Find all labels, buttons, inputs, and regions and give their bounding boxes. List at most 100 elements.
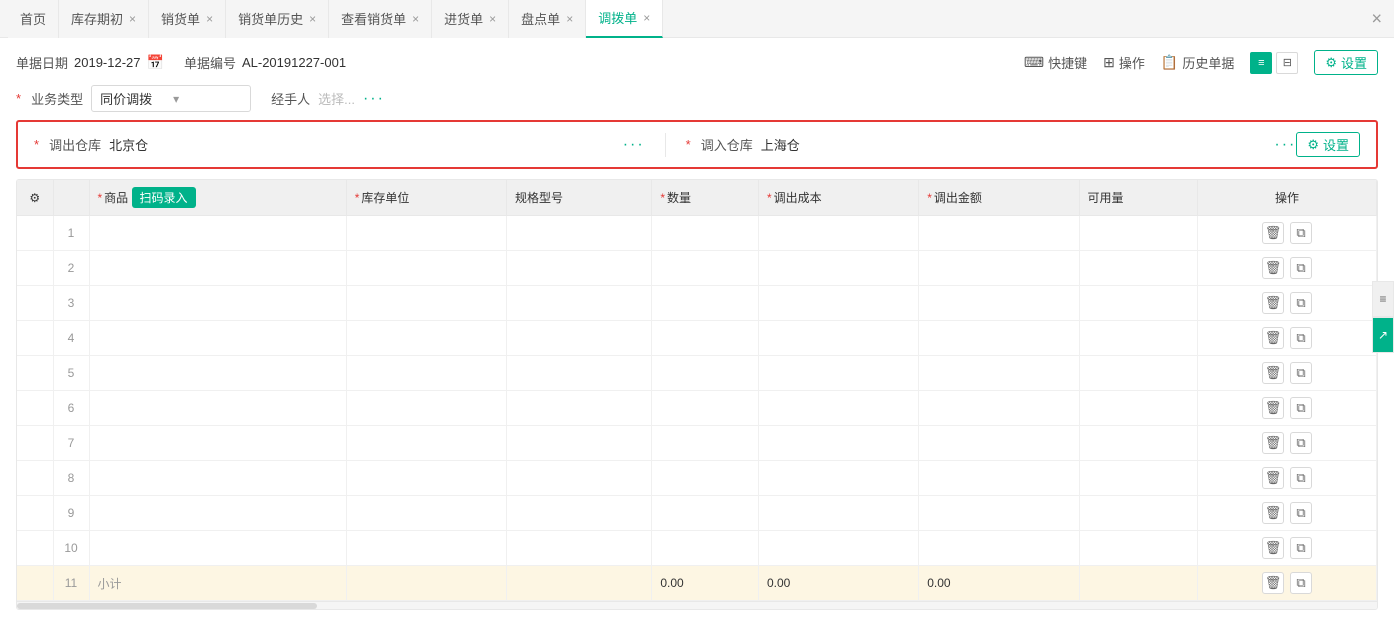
row-unit[interactable] [346,286,506,321]
row-unit[interactable] [346,496,506,531]
row-cost[interactable] [758,251,918,286]
row-spec[interactable] [506,391,651,426]
tab-transfer[interactable]: 调拨单 × [586,0,663,38]
row-amount[interactable] [919,356,1079,391]
row-amount[interactable] [919,321,1079,356]
row-product[interactable] [89,391,346,426]
history-button[interactable]: 📋 历史单据 [1161,53,1234,72]
row-product[interactable] [89,426,346,461]
grid-view-button[interactable]: ⊟ [1276,52,1298,74]
copy-row-button[interactable]: ⧉ [1290,467,1312,489]
row-qty[interactable] [652,531,759,566]
row-amount[interactable] [919,496,1079,531]
row-unit[interactable] [346,216,506,251]
tab-close-sales-order[interactable]: × [206,12,213,26]
delete-row-button[interactable]: 🗑 [1262,397,1284,419]
copy-row-button[interactable]: ⧉ [1290,327,1312,349]
copy-row-button[interactable]: ⧉ [1290,362,1312,384]
delete-row-button[interactable]: 🗑 [1262,257,1284,279]
row-qty[interactable] [652,216,759,251]
setting-button[interactable]: ⚙ 设置 [1314,50,1378,75]
tab-inventory-init[interactable]: 库存期初 × [59,0,149,38]
operations-button[interactable]: ⊞ 操作 [1103,53,1145,72]
copy-row-button[interactable]: ⧉ [1290,572,1312,594]
tab-close-view-sales[interactable]: × [412,12,419,26]
delete-row-button[interactable]: 🗑 [1262,572,1284,594]
row-amount[interactable] [919,461,1079,496]
th-settings[interactable]: ⚙ [17,180,53,216]
delete-row-button[interactable]: 🗑 [1262,537,1284,559]
row-available[interactable] [1079,496,1198,531]
row-available[interactable] [1079,356,1198,391]
copy-row-button[interactable]: ⧉ [1290,537,1312,559]
row-unit[interactable] [346,251,506,286]
row-qty[interactable] [652,496,759,531]
row-spec[interactable] [506,426,651,461]
row-cost[interactable] [758,286,918,321]
warehouse-setting-button[interactable]: ⚙ 设置 [1296,132,1360,157]
row-spec[interactable] [506,321,651,356]
row-unit[interactable] [346,321,506,356]
row-qty[interactable] [652,356,759,391]
delete-row-button[interactable]: 🗑 [1262,222,1284,244]
tab-close-purchase[interactable]: × [489,12,496,26]
row-cost[interactable] [758,496,918,531]
shortcuts-button[interactable]: ⌨ 快捷键 [1024,53,1087,72]
tab-close-sales-history[interactable]: × [309,12,316,26]
row-spec[interactable] [506,216,651,251]
row-spec[interactable] [506,531,651,566]
row-cost[interactable] [758,531,918,566]
row-cost[interactable] [758,216,918,251]
copy-row-button[interactable]: ⧉ [1290,502,1312,524]
row-qty[interactable] [652,391,759,426]
tab-close-inventory-check[interactable]: × [566,12,573,26]
close-all-tabs-button[interactable]: × [1371,8,1382,29]
row-available[interactable] [1079,251,1198,286]
row-product[interactable] [89,461,346,496]
row-spec[interactable] [506,356,651,391]
tab-close-transfer[interactable]: × [643,11,650,25]
row-spec[interactable] [506,461,651,496]
copy-row-button[interactable]: ⧉ [1290,432,1312,454]
row-amount[interactable] [919,531,1079,566]
row-qty[interactable] [652,426,759,461]
tab-purchase[interactable]: 进货单 × [432,0,509,38]
tab-view-sales[interactable]: 查看销货单 × [329,0,432,38]
person-select[interactable]: 选择... [318,89,355,108]
row-available[interactable] [1079,216,1198,251]
row-product[interactable] [89,286,346,321]
row-product[interactable] [89,496,346,531]
row-available[interactable] [1079,461,1198,496]
row-unit[interactable] [346,356,506,391]
float-expand-button[interactable]: ↗ [1372,317,1394,353]
horizontal-scrollbar[interactable] [17,601,1377,609]
row-cost[interactable] [758,356,918,391]
copy-row-button[interactable]: ⧉ [1290,292,1312,314]
row-unit[interactable] [346,426,506,461]
copy-row-button[interactable]: ⧉ [1290,257,1312,279]
float-list-button[interactable]: ≡ [1372,281,1394,317]
copy-row-button[interactable]: ⧉ [1290,222,1312,244]
row-qty[interactable] [652,461,759,496]
row-available[interactable] [1079,531,1198,566]
row-product[interactable] [89,321,346,356]
row-amount[interactable] [919,391,1079,426]
delete-row-button[interactable]: 🗑 [1262,432,1284,454]
business-type-select[interactable]: 同价调拨 ▾ [91,85,251,112]
list-view-button[interactable]: ≡ [1250,52,1272,74]
delete-row-button[interactable]: 🗑 [1262,467,1284,489]
row-unit[interactable] [346,461,506,496]
row-available[interactable] [1079,321,1198,356]
row-product[interactable] [89,216,346,251]
copy-row-button[interactable]: ⧉ [1290,397,1312,419]
row-amount[interactable] [919,251,1079,286]
tab-sales-order[interactable]: 销货单 × [149,0,226,38]
row-qty[interactable] [652,251,759,286]
delete-row-button[interactable]: 🗑 [1262,502,1284,524]
tab-close-inventory-init[interactable]: × [129,12,136,26]
row-amount[interactable] [919,426,1079,461]
tab-inventory-check[interactable]: 盘点单 × [509,0,586,38]
row-product[interactable] [89,251,346,286]
person-more-button[interactable]: ··· [363,90,385,108]
row-unit[interactable] [346,531,506,566]
